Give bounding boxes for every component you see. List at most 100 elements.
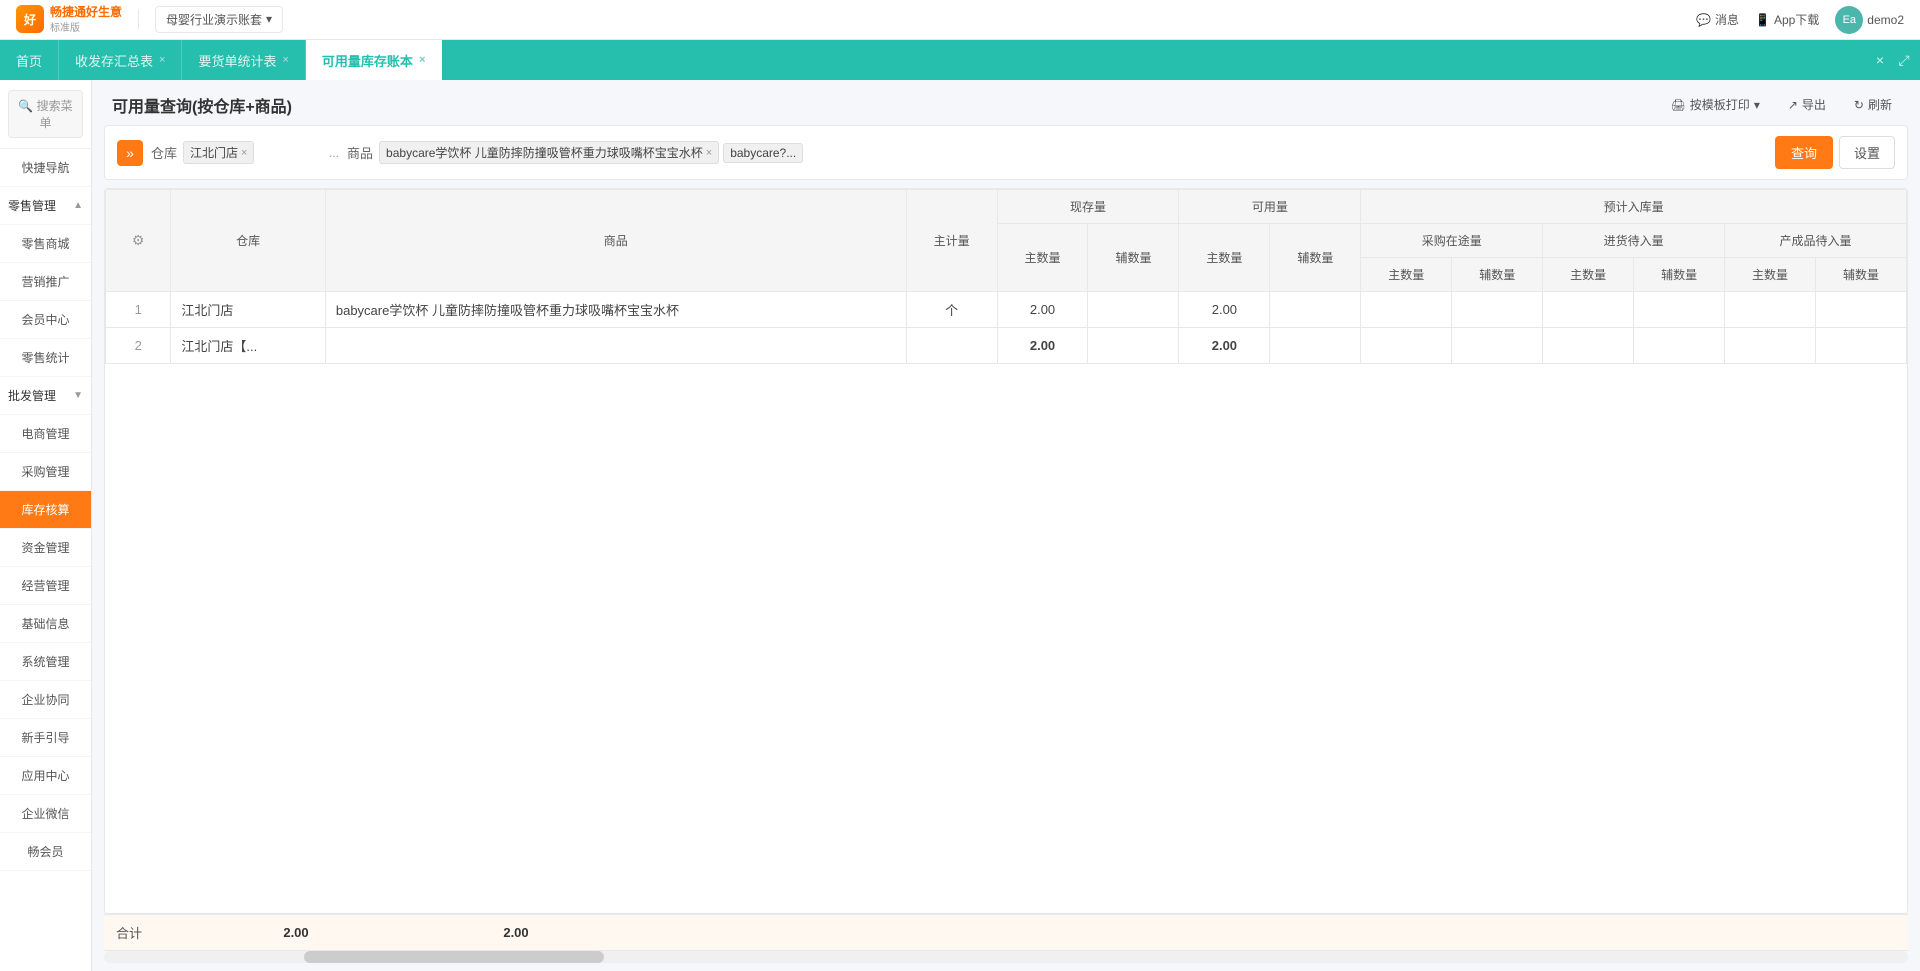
tab-order-stat[interactable]: 要货单统计表 × [182, 40, 305, 80]
cell-inbound-main-1 [1543, 292, 1634, 328]
sidebar-item-new-guide[interactable]: 新手引导 [0, 719, 91, 757]
filter-actions: 查询 设置 [1775, 136, 1895, 169]
product-tag-remove-0[interactable]: × [706, 147, 712, 159]
product-tag-value-1: babycare?... [730, 146, 796, 160]
close-window-btn[interactable]: × [1872, 52, 1888, 68]
tab-available-stock-close[interactable]: × [419, 54, 425, 66]
th-purchase-transit: 采购在途量 [1361, 224, 1543, 258]
message-label: 消息 [1715, 11, 1739, 28]
cell-product-main-2 [1725, 328, 1816, 364]
logo-text-area: 畅捷通好生意 标准版 [50, 5, 122, 34]
th-forecast-inbound: 预计入库量 [1361, 190, 1907, 224]
tab-order-stat-close[interactable]: × [282, 54, 288, 66]
chevron-down-icon: ▾ [1754, 98, 1760, 112]
app-download-btn[interactable]: 📱 App下载 [1755, 11, 1819, 28]
th-purchase-aux: 辅数量 [1452, 258, 1543, 292]
message-btn[interactable]: 💬 消息 [1696, 11, 1739, 28]
warehouse-tag-remove[interactable]: × [241, 147, 247, 159]
cell-purchase-aux-1 [1452, 292, 1543, 328]
logo-text: 畅捷通好生意 [50, 5, 122, 19]
tab-receipt[interactable]: 收发存汇总表 × [59, 40, 182, 80]
sidebar-item-wholesale-mgmt[interactable]: 批发管理 ▼ [0, 377, 91, 415]
sidebar-item-inventory[interactable]: 库存核算 [0, 491, 91, 529]
product-filter-group: 商品 babycare学饮杯 儿童防摔防撞吸管杯重力球吸嘴杯宝宝水杯 × bab… [347, 141, 803, 164]
th-inbound-aux: 辅数量 [1634, 258, 1725, 292]
cell-purchase-aux-2 [1452, 328, 1543, 364]
logo-sub: 标准版 [50, 19, 122, 34]
page-title: 可用量查询(按仓库+商品) [112, 93, 292, 117]
tab-receipt-close[interactable]: × [159, 54, 165, 66]
cell-current-main-2: 2.00 [997, 328, 1088, 364]
sidebar-search-btn[interactable]: 🔍 搜索菜单 [8, 90, 83, 138]
sidebar-item-operations[interactable]: 经营管理 [0, 567, 91, 605]
sidebar-item-retail-mgmt[interactable]: 零售管理 ▲ [0, 187, 91, 225]
cell-avail-main-1: 2.00 [1179, 292, 1270, 328]
summary-label: 合计 [116, 923, 236, 942]
expand-window-btn[interactable]: ⤢ [1896, 52, 1912, 68]
tab-order-stat-label: 要货单统计表 [198, 51, 276, 70]
th-product-pending: 产成品待入量 [1725, 224, 1907, 258]
cell-product-main-1 [1725, 292, 1816, 328]
sidebar-item-basics[interactable]: 基础信息 [0, 605, 91, 643]
warehouse-tag-value: 江北门店 [190, 144, 238, 161]
tab-bar: 首页 收发存汇总表 × 要货单统计表 × 可用量库存账本 × × ⤢ [0, 40, 1920, 80]
data-table: ⚙ 仓库 商品 主计量 现存量 [105, 189, 1907, 364]
tab-home[interactable]: 首页 [0, 40, 59, 80]
message-icon: 💬 [1696, 13, 1711, 27]
settings-btn[interactable]: 设置 [1839, 136, 1895, 169]
product-tag-value-0: babycare学饮杯 儿童防摔防撞吸管杯重力球吸嘴杯宝宝水杯 [386, 144, 703, 161]
sidebar-item-purchase-mgmt[interactable]: 采购管理 [0, 453, 91, 491]
sidebar-item-app-center[interactable]: 应用中心 [0, 757, 91, 795]
cell-purchase-main-1 [1361, 292, 1452, 328]
filter-expand-btn[interactable]: » [117, 140, 143, 166]
query-btn[interactable]: 查询 [1775, 136, 1833, 169]
cell-warehouse-2: 江北门店【... [171, 328, 325, 364]
sidebar-item-retail-stats[interactable]: 零售统计 [0, 339, 91, 377]
sidebar-item-retail-mall[interactable]: 零售商城 [0, 225, 91, 263]
chevron-up-icon: ▲ [73, 200, 83, 211]
warehouse-filter-tags: 江北门店 × [183, 141, 323, 164]
cell-purchase-main-2 [1361, 328, 1452, 364]
sidebar-item-system[interactable]: 系统管理 [0, 643, 91, 681]
top-bar: 好 畅捷通好生意 标准版 母婴行业演示账套 ▾ 💬 消息 📱 App下载 Ea … [0, 0, 1920, 40]
summary-current-aux [356, 925, 456, 940]
cell-product-aux-2 [1815, 328, 1906, 364]
th-no: ⚙ [106, 190, 171, 292]
sidebar: 🔍 搜索菜单 快捷导航 零售管理 ▲ 零售商城 营销推广 会员中心 零售统计 批… [0, 80, 92, 971]
sidebar-item-vip[interactable]: 畅会员 [0, 833, 91, 871]
main-layout: 🔍 搜索菜单 快捷导航 零售管理 ▲ 零售商城 营销推广 会员中心 零售统计 批… [0, 80, 1920, 971]
user-area[interactable]: Ea demo2 [1835, 6, 1904, 34]
username: demo2 [1867, 13, 1904, 27]
sidebar-item-marketing[interactable]: 营销推广 [0, 263, 91, 301]
print-template-btn[interactable]: 🖨 按模板打印 ▾ [1663, 92, 1768, 117]
table-container: ⚙ 仓库 商品 主计量 现存量 [104, 188, 1908, 914]
refresh-btn[interactable]: ↻ 刷新 [1846, 92, 1900, 117]
th-avail-aux: 辅数量 [1270, 224, 1361, 292]
sidebar-item-finance[interactable]: 资金管理 [0, 529, 91, 567]
page-header: 可用量查询(按仓库+商品) 🖨 按模板打印 ▾ ↗ 导出 ↻ 刷新 [92, 80, 1920, 125]
product-tag-1: babycare?... [723, 143, 803, 163]
export-icon: ↗ [1788, 98, 1798, 112]
tab-available-stock[interactable]: 可用量库存账本 × [306, 40, 442, 80]
cell-current-main-1: 2.00 [997, 292, 1088, 328]
export-btn[interactable]: ↗ 导出 [1780, 92, 1834, 117]
sidebar-item-ecommerce[interactable]: 电商管理 [0, 415, 91, 453]
top-bar-left: 好 畅捷通好生意 标准版 母婴行业演示账套 ▾ [16, 5, 283, 34]
summary-avail-aux [576, 925, 676, 940]
sidebar-item-member-center[interactable]: 会员中心 [0, 301, 91, 339]
sidebar-item-enterprise-wechat[interactable]: 企业微信 [0, 795, 91, 833]
product-filter-label: 商品 [347, 143, 373, 162]
chevron-down-icon: ▾ [266, 12, 272, 26]
sidebar-item-enterprise[interactable]: 企业协同 [0, 681, 91, 719]
warehouse-filter-group: 仓库 江北门店 × ... [151, 141, 339, 164]
gear-icon[interactable]: ⚙ [128, 231, 148, 251]
footer-scroll[interactable] [104, 951, 1908, 963]
warehouse-filter-more[interactable]: ... [329, 146, 339, 160]
cell-inbound-aux-1 [1634, 292, 1725, 328]
industry-selector[interactable]: 母婴行业演示账套 ▾ [155, 6, 283, 33]
cell-unit-1: 个 [906, 292, 997, 328]
th-inbound-main: 主数量 [1543, 258, 1634, 292]
sidebar-item-quick-nav[interactable]: 快捷导航 [0, 149, 91, 187]
th-product: 商品 [325, 190, 906, 292]
th-purchase-pending: 进货待入量 [1543, 224, 1725, 258]
